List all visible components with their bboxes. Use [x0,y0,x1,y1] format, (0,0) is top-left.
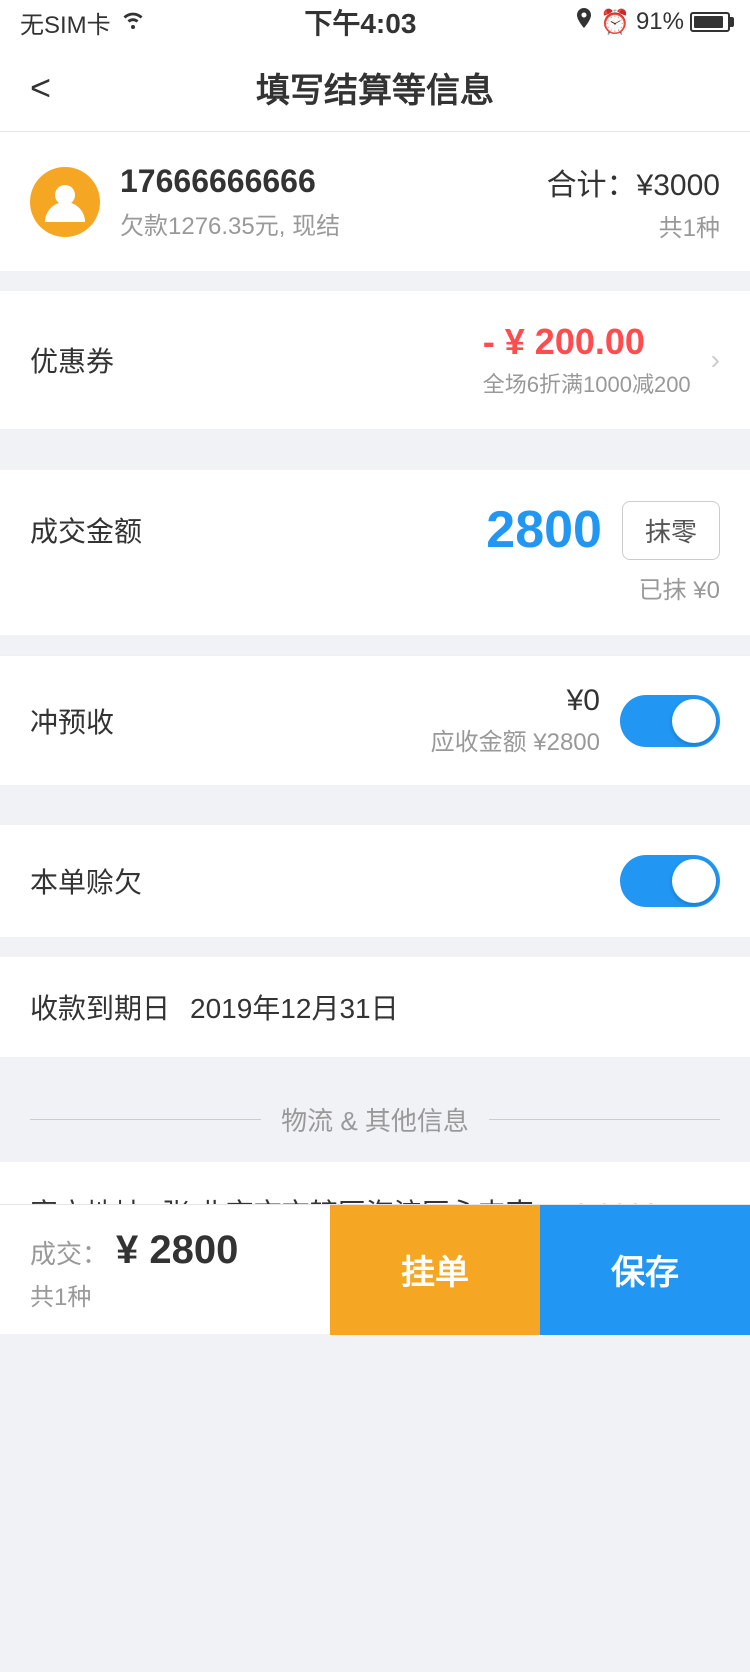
bottom-summary: 成交： ¥ 2800 共1种 [0,1228,330,1312]
deal-row: 成交金额 2800 抹零 [30,500,720,560]
customer-info: 17666666666 欠款1276.35元, 现结 [120,163,340,241]
prepay-amount-wrap: ¥0 应收金额 ¥2800 [431,684,600,757]
alarm-icon: ⏰ [600,8,630,37]
content: 17666666666 欠款1276.35元, 现结 合计：¥3000 共1种 … [0,132,750,1672]
prepay-toggle[interactable] [620,695,720,747]
deal-amount-container: 2800 抹零 [486,500,720,560]
coupon-label: 优惠券 [30,340,114,380]
customer-row: 17666666666 欠款1276.35元, 现结 合计：¥3000 共1种 [0,132,750,271]
divider-line-right [489,1119,720,1120]
battery-percent: 91% [636,8,684,36]
prepay-sub: 应收金额 ¥2800 [431,722,600,757]
debt-toggle[interactable] [620,855,720,907]
due-date-label: 收款到期日 [30,987,170,1027]
status-left: 无SIM卡 [20,5,147,40]
prepay-label: 冲预收 [30,701,114,741]
debt-label: 本单赊欠 [30,861,142,901]
customer-right: 合计：¥3000 共1种 [547,160,720,243]
nav-bar: < 填写结算等信息 [0,44,750,132]
status-time: 下午4:03 [304,2,416,42]
coupon-row[interactable]: 优惠券 - ¥ 200.00 全场6折满1000减200 › [0,291,750,430]
logistics-divider: 物流 & 其他信息 [0,1077,750,1162]
round-button[interactable]: 抹零 [622,501,720,560]
avatar [30,167,100,237]
debt-row: 本单赊欠 [0,825,750,937]
section-divider-1 [0,450,750,470]
battery-icon [690,12,730,32]
debt-toggle-knob [672,859,716,903]
bottom-bar: 成交： ¥ 2800 共1种 挂单 保存 [0,1204,750,1334]
status-right: ⏰ 91% [574,8,730,37]
customer-left: 17666666666 欠款1276.35元, 现结 [30,163,340,241]
prepay-amount: ¥0 [431,684,600,718]
bottom-deal: 成交： ¥ 2800 [30,1228,300,1273]
deal-label: 成交金额 [30,510,142,550]
logistics-label: 物流 & 其他信息 [281,1101,469,1138]
prepay-right: ¥0 应收金额 ¥2800 [431,684,720,757]
status-bar: 无SIM卡 下午4:03 ⏰ 91% [0,0,750,44]
chevron-right-icon: › [711,344,720,376]
save-button[interactable]: 保存 [540,1205,750,1335]
divider-line-left [30,1119,261,1120]
customer-note: 欠款1276.35元, 现结 [120,206,340,241]
coupon-desc: 全场6折满1000减200 [483,367,691,399]
bottom-count: 共1种 [30,1277,300,1312]
deal-section: 成交金额 2800 抹零 已抹 ¥0 [0,470,750,635]
location-icon [574,8,594,37]
bottom-deal-amount: ¥ 2800 [116,1228,238,1273]
prepay-row: 冲预收 ¥0 应收金额 ¥2800 [0,655,750,785]
toggle-knob [672,699,716,743]
wifi-icon [119,8,147,36]
deal-sub: 已抹 ¥0 [30,570,720,605]
bottom-deal-label: 成交： [30,1234,108,1271]
back-button[interactable]: < [30,67,90,109]
customer-phone: 17666666666 [120,163,340,200]
coupon-right: - ¥ 200.00 全场6折满1000减200 › [483,321,720,399]
deal-amount-value: 2800 [486,500,602,560]
carrier-text: 无SIM卡 [20,5,111,40]
coupon-amount: - ¥ 200.00 [483,321,691,363]
total-count: 共1种 [547,208,720,243]
page-title: 填写结算等信息 [256,63,494,112]
total-amount: 合计：¥3000 [547,160,720,204]
due-date-row: 收款到期日 2019年12月31日 [0,957,750,1057]
due-date-value: 2019年12月31日 [190,987,399,1027]
section-divider-2 [0,805,750,825]
pending-button[interactable]: 挂单 [330,1205,540,1335]
empty-space [0,1332,750,1532]
